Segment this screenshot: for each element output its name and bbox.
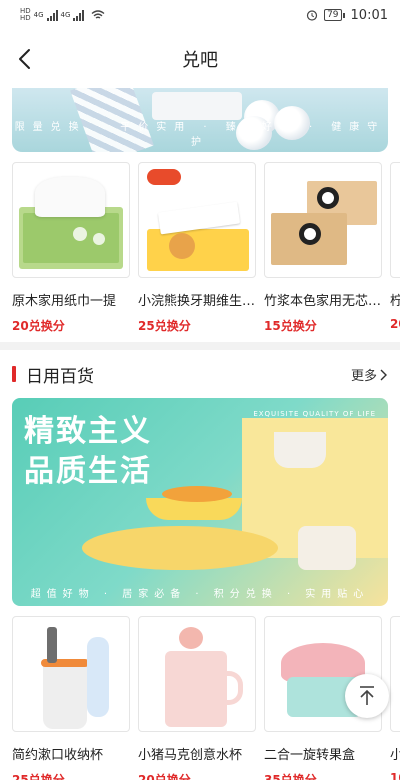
top-banner[interactable]: 限量兑换 · 平价实用 · 臻选好物 · 健康守护	[12, 88, 388, 152]
product-image-partial	[390, 616, 400, 732]
top-section: 限量兑换 · 平价实用 · 臻选好物 · 健康守护 原木家用纸巾一提 20兑换分	[0, 88, 400, 342]
arrow-up-icon	[360, 686, 374, 705]
status-left: HD HD 4G 4G	[20, 8, 105, 22]
banner-english: EXQUISITE QUALITY OF LIFE	[253, 410, 376, 418]
product-price: 20兑换分	[138, 773, 191, 780]
product-name: 原木家用纸巾一提	[12, 294, 117, 309]
product-image-toothpaste	[138, 162, 256, 278]
nav-bar: 兑吧	[0, 30, 400, 88]
banner-headline-1: 精致主义	[24, 414, 152, 449]
status-right: 79 10:01	[306, 8, 388, 23]
wifi-icon	[91, 10, 105, 19]
product-image-tissue	[12, 162, 130, 278]
product-card[interactable]: 柠 20	[390, 162, 400, 334]
product-name: 柠	[390, 294, 400, 309]
clock: 10:01	[350, 7, 388, 23]
product-card[interactable]: 小浣熊换牙期维生… 25兑换分	[138, 162, 256, 334]
daily-goods-section: 日用百货 更多 精致主义 品质生活 EXQUISITE QUALITY OF L…	[0, 350, 400, 780]
battery-icon: 79	[324, 9, 345, 21]
product-row-2: 简约漱口收纳杯 25兑换分 小猪马克创意水杯 20兑换分 二合一旋转果盒 35兑…	[12, 616, 400, 780]
product-price: 10	[390, 771, 400, 780]
top-banner-slogan: 限量兑换 · 平价实用 · 臻选好物 · 健康守护	[14, 122, 386, 148]
product-card[interactable]: 小 10	[390, 616, 400, 780]
product-image-cup	[12, 616, 130, 732]
banner-slogan: 超值好物 · 居家必备 · 积分兑换 · 实用贴心	[30, 589, 370, 600]
alarm-icon	[306, 10, 318, 21]
product-card[interactable]: 竹浆本色家用无芯… 15兑换分	[264, 162, 382, 334]
network-label-1: 4G	[33, 11, 44, 19]
page-title: 兑吧	[182, 50, 218, 71]
product-price: 20	[390, 317, 400, 331]
product-name: 小猪马克创意水杯	[138, 748, 243, 763]
product-card[interactable]: 小猪马克创意水杯 20兑换分	[138, 616, 256, 780]
product-price: 25兑换分	[12, 773, 65, 780]
product-card[interactable]: 原木家用纸巾一提 20兑换分	[12, 162, 130, 334]
product-name: 二合一旋转果盒	[264, 748, 356, 763]
product-row-1: 原木家用纸巾一提 20兑换分 小浣熊换牙期维生… 25兑换分 竹浆本色家用无芯……	[12, 162, 400, 334]
product-price: 20兑换分	[12, 319, 65, 333]
back-arrow-icon[interactable]	[14, 47, 38, 71]
lifestyle-banner[interactable]: 精致主义 品质生活 EXQUISITE QUALITY OF LIFE 超值好物…	[12, 398, 388, 606]
product-image-partial	[390, 162, 400, 278]
banner-headline-2: 品质生活	[24, 454, 152, 489]
product-price: 25兑换分	[138, 319, 191, 333]
product-name: 简约漱口收纳杯	[12, 748, 104, 763]
product-card[interactable]: 简约漱口收纳杯 25兑换分	[12, 616, 130, 780]
product-image-paper	[264, 162, 382, 278]
product-price: 15兑换分	[264, 319, 317, 333]
more-label: 更多	[350, 369, 377, 384]
sim-tag-bottom: HD	[20, 14, 31, 22]
product-price: 35兑换分	[264, 773, 317, 780]
status-bar: HD HD 4G 4G 79 10:01	[0, 0, 400, 30]
section-accent-bar	[12, 366, 16, 382]
signal-icon	[46, 9, 58, 21]
back-to-top-button[interactable]	[345, 674, 389, 718]
page: HD HD 4G 4G 79 10:01 兑吧 限量兑换 · 平价实用 · 臻选…	[0, 0, 400, 780]
signal-icon-2	[73, 9, 85, 21]
more-link[interactable]: 更多	[351, 365, 388, 384]
product-name: 竹浆本色家用无芯…	[264, 294, 382, 309]
battery-level: 79	[324, 9, 342, 21]
product-name: 小	[390, 748, 400, 763]
section-header: 日用百货 更多	[0, 350, 400, 398]
product-name: 小浣熊换牙期维生…	[138, 294, 256, 309]
network-label-2: 4G	[60, 11, 71, 19]
chevron-right-icon	[380, 369, 387, 380]
product-image-mug	[138, 616, 256, 732]
banner-headline: 精致主义 品质生活	[24, 412, 152, 492]
section-title: 日用百货	[26, 366, 94, 387]
sim-tag: HD HD	[20, 8, 31, 22]
